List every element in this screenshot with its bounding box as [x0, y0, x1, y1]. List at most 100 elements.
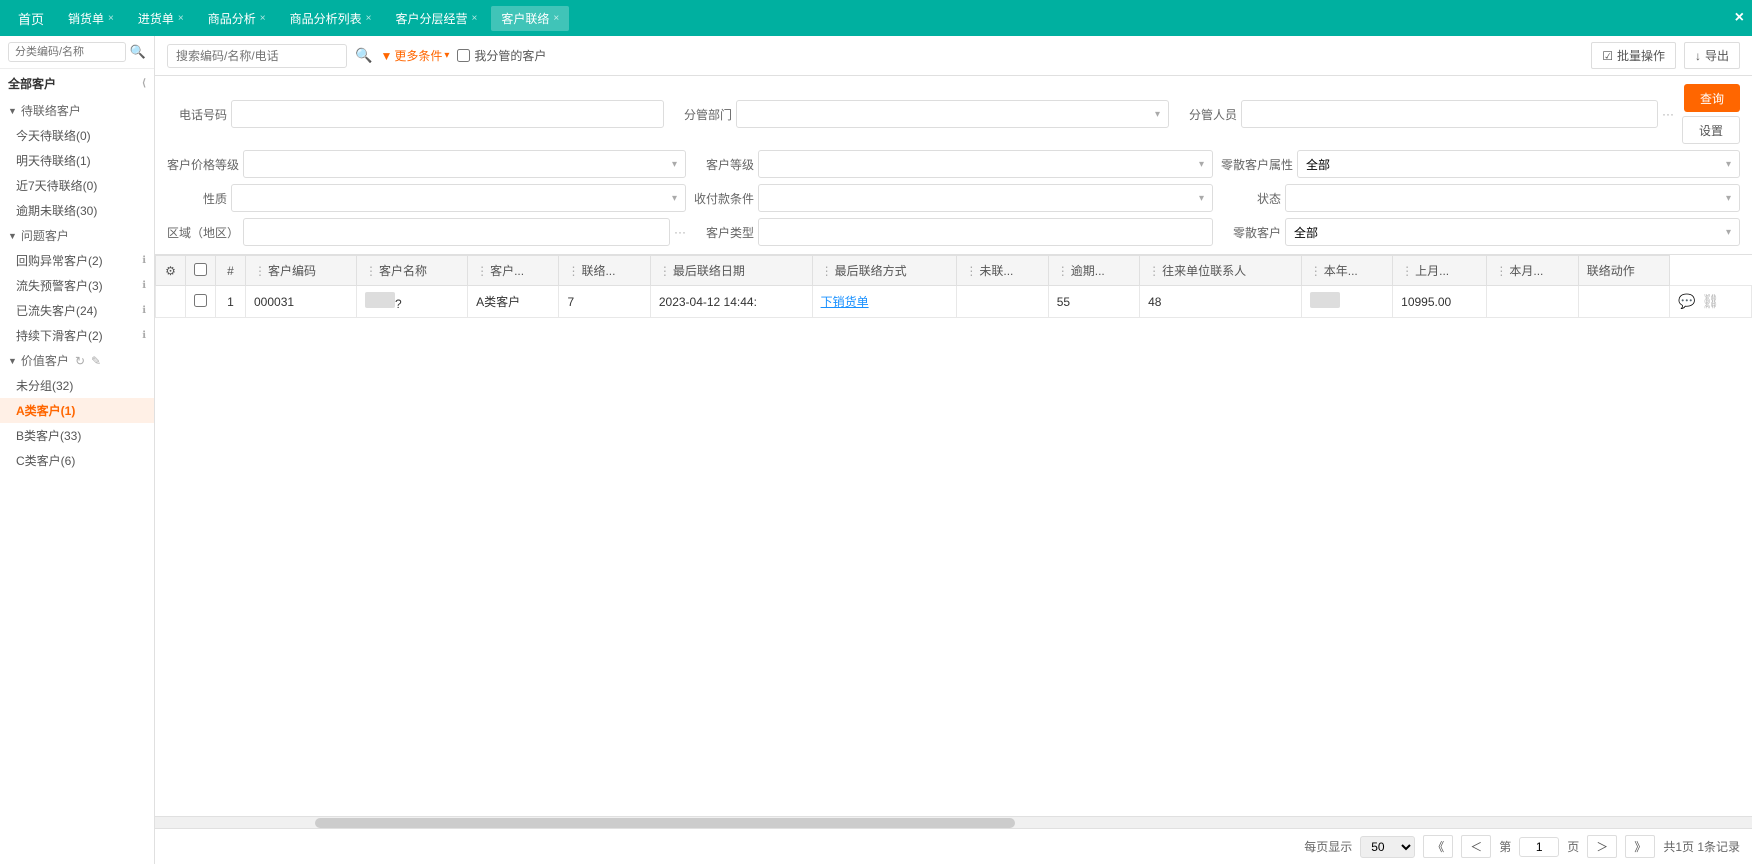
refresh-icon[interactable]: ↻	[75, 354, 85, 368]
th-settings[interactable]: ⚙	[156, 256, 186, 286]
close-icon[interactable]: ×	[366, 13, 372, 24]
nav-tab-customer-tier[interactable]: 客户分层经营 ×	[385, 6, 487, 31]
settings-button[interactable]: 设置	[1682, 116, 1740, 144]
filter-row-3: 性质 ▾ 收付款条件 ▾ 状态	[167, 184, 1740, 212]
my-customers-check[interactable]	[457, 49, 470, 62]
chat-icon[interactable]: 💬	[1678, 293, 1695, 310]
chevron-down-icon: ▾	[1199, 159, 1204, 170]
first-page-button[interactable]: 《	[1423, 835, 1453, 858]
export-button[interactable]: ↓ 导出	[1684, 42, 1740, 69]
info-icon: ℹ	[142, 280, 146, 291]
close-icon[interactable]: ×	[108, 13, 114, 24]
th-last-contact-date: ⋮最后联络日期	[650, 256, 812, 286]
person-input[interactable]	[1241, 100, 1658, 128]
collapse-icon[interactable]: ⟨	[142, 78, 146, 89]
page-label: 第	[1499, 838, 1511, 855]
row-checkbox[interactable]	[194, 294, 207, 307]
sidebar-item-declining[interactable]: 持续下滑客户(2) ℹ	[0, 323, 154, 348]
sidebar-section-value[interactable]: ▼ 价值客户 ↻ ✎	[0, 348, 154, 373]
sidebar-search-input[interactable]	[8, 42, 126, 62]
phone-input[interactable]	[231, 100, 664, 128]
retail-customer-select[interactable]: 全部 ▾	[1285, 218, 1740, 246]
next-page-button[interactable]: ＞	[1587, 835, 1617, 858]
nav-tab-purchase[interactable]: 进货单 ×	[128, 6, 194, 31]
contact-type-link[interactable]: 下销货单	[821, 295, 869, 309]
close-icon[interactable]: ×	[260, 13, 266, 24]
nav-tab-customer-contact[interactable]: 客户联络 ×	[491, 6, 569, 31]
customer-level-select[interactable]: ▾	[758, 150, 1213, 178]
query-button[interactable]: 查询	[1684, 84, 1740, 112]
filter-buttons: 查询 设置	[1682, 84, 1740, 144]
horizontal-scrollbar[interactable]	[155, 816, 1752, 828]
chevron-down-icon: ▾	[1155, 109, 1160, 120]
batch-op-button[interactable]: ☑ 批量操作	[1591, 42, 1676, 69]
sidebar-section-pending[interactable]: ▼ 待联络客户	[0, 98, 154, 123]
drag-handle: ⋮	[365, 264, 377, 278]
nav-tab-sales[interactable]: 销货单 ×	[58, 6, 124, 31]
more-icon[interactable]: ···	[674, 225, 686, 239]
info-icon: ℹ	[142, 255, 146, 266]
sidebar-item-tomorrow-pending[interactable]: 明天待联络(1)	[0, 148, 154, 173]
sidebar-item-unclassified[interactable]: 未分组(32)	[0, 373, 154, 398]
td-company-contact	[1301, 286, 1392, 318]
sidebar-item-class-a[interactable]: A类客户(1)	[0, 398, 154, 423]
nature-select[interactable]: ▾	[231, 184, 686, 212]
sidebar-item-class-b[interactable]: B类客户(33)	[0, 423, 154, 448]
th-type: ⋮客户...	[468, 256, 559, 286]
page-input[interactable]	[1519, 837, 1559, 857]
sidebar-item-today-pending[interactable]: 今天待联络(0)	[0, 123, 154, 148]
filter-field-status: 状态 ▾	[1221, 184, 1740, 212]
retail-attr-select[interactable]: 全部 ▾	[1297, 150, 1740, 178]
scrollbar-thumb[interactable]	[315, 818, 1015, 828]
drag-handle: ⋮	[567, 264, 579, 278]
nav-tab-goods-analysis[interactable]: 商品分析 ×	[198, 6, 276, 31]
sidebar-item-7days-pending[interactable]: 近7天待联络(0)	[0, 173, 154, 198]
sidebar-item-repurchase-abnormal[interactable]: 回购异常客户(2) ℹ	[0, 248, 154, 273]
link-icon[interactable]: ⛓	[1702, 293, 1720, 310]
nav-tab-home[interactable]: 首页	[8, 5, 54, 32]
sidebar-section-problem[interactable]: ▼ 问题客户	[0, 223, 154, 248]
per-page-select[interactable]: 50 100 200	[1360, 836, 1415, 858]
sidebar-all-customers[interactable]: 全部客户 ⟨	[0, 69, 154, 98]
export-icon: ↓	[1695, 49, 1701, 63]
pagination: 每页显示 50 100 200 《 ＜ 第 页 ＞ 》 共1页 1条记录	[155, 828, 1752, 864]
filter-row-4: 区域（地区） ··· 客户类型 零散客户 全部 ▾	[167, 218, 1740, 246]
sidebar-item-churned[interactable]: 已流失客户(24) ℹ	[0, 298, 154, 323]
sidebar-item-churn-warning[interactable]: 流失预警客户(3) ℹ	[0, 273, 154, 298]
td-this-month	[1578, 286, 1669, 318]
prev-page-button[interactable]: ＜	[1461, 835, 1491, 858]
td-this-year: 10995.00	[1393, 286, 1487, 318]
settings-icon[interactable]: ⚙	[165, 264, 176, 278]
sidebar-item-overdue-pending[interactable]: 逾期未联络(30)	[0, 198, 154, 223]
more-icon[interactable]: ···	[1662, 107, 1674, 121]
page-end-label: 页	[1567, 838, 1579, 855]
search-button[interactable]: 🔍	[355, 47, 372, 64]
close-icon[interactable]: ×	[553, 13, 559, 24]
close-all-button[interactable]: ×	[1735, 9, 1744, 27]
search-icon[interactable]: 🔍	[130, 44, 146, 60]
drag-handle: ⋮	[476, 264, 488, 278]
select-all-checkbox[interactable]	[194, 263, 207, 276]
filter-actions: ☑ 批量操作 ↓ 导出	[1591, 42, 1740, 69]
status-select[interactable]: ▾	[1285, 184, 1740, 212]
nav-tab-goods-list[interactable]: 商品分析列表 ×	[280, 6, 382, 31]
payment-select[interactable]: ▾	[758, 184, 1213, 212]
customer-type-input[interactable]	[758, 218, 1213, 246]
filter-icon: ▼	[380, 49, 392, 63]
chevron-down-icon: ▼	[8, 106, 17, 116]
close-icon[interactable]: ×	[471, 13, 477, 24]
price-level-select[interactable]: ▾	[243, 150, 686, 178]
my-customers-checkbox[interactable]: 我分管的客户	[457, 47, 546, 64]
search-input[interactable]	[167, 44, 347, 68]
region-input[interactable]	[243, 218, 670, 246]
close-icon[interactable]: ×	[178, 13, 184, 24]
filter-row-1: 电话号码 分管部门 ▾ 分管人员 ··· 查询 设置	[167, 84, 1740, 144]
filter-field-nature: 性质 ▾	[167, 184, 686, 212]
dept-select[interactable]: ▾	[736, 100, 1169, 128]
edit-icon[interactable]: ✎	[91, 354, 101, 368]
drag-handle: ⋮	[1310, 264, 1322, 278]
sidebar-item-class-c[interactable]: C类客户(6)	[0, 448, 154, 473]
filter-field-phone: 电话号码	[167, 100, 664, 128]
last-page-button[interactable]: 》	[1625, 835, 1655, 858]
more-filters-button[interactable]: ▼ 更多条件 ▾	[380, 47, 449, 64]
